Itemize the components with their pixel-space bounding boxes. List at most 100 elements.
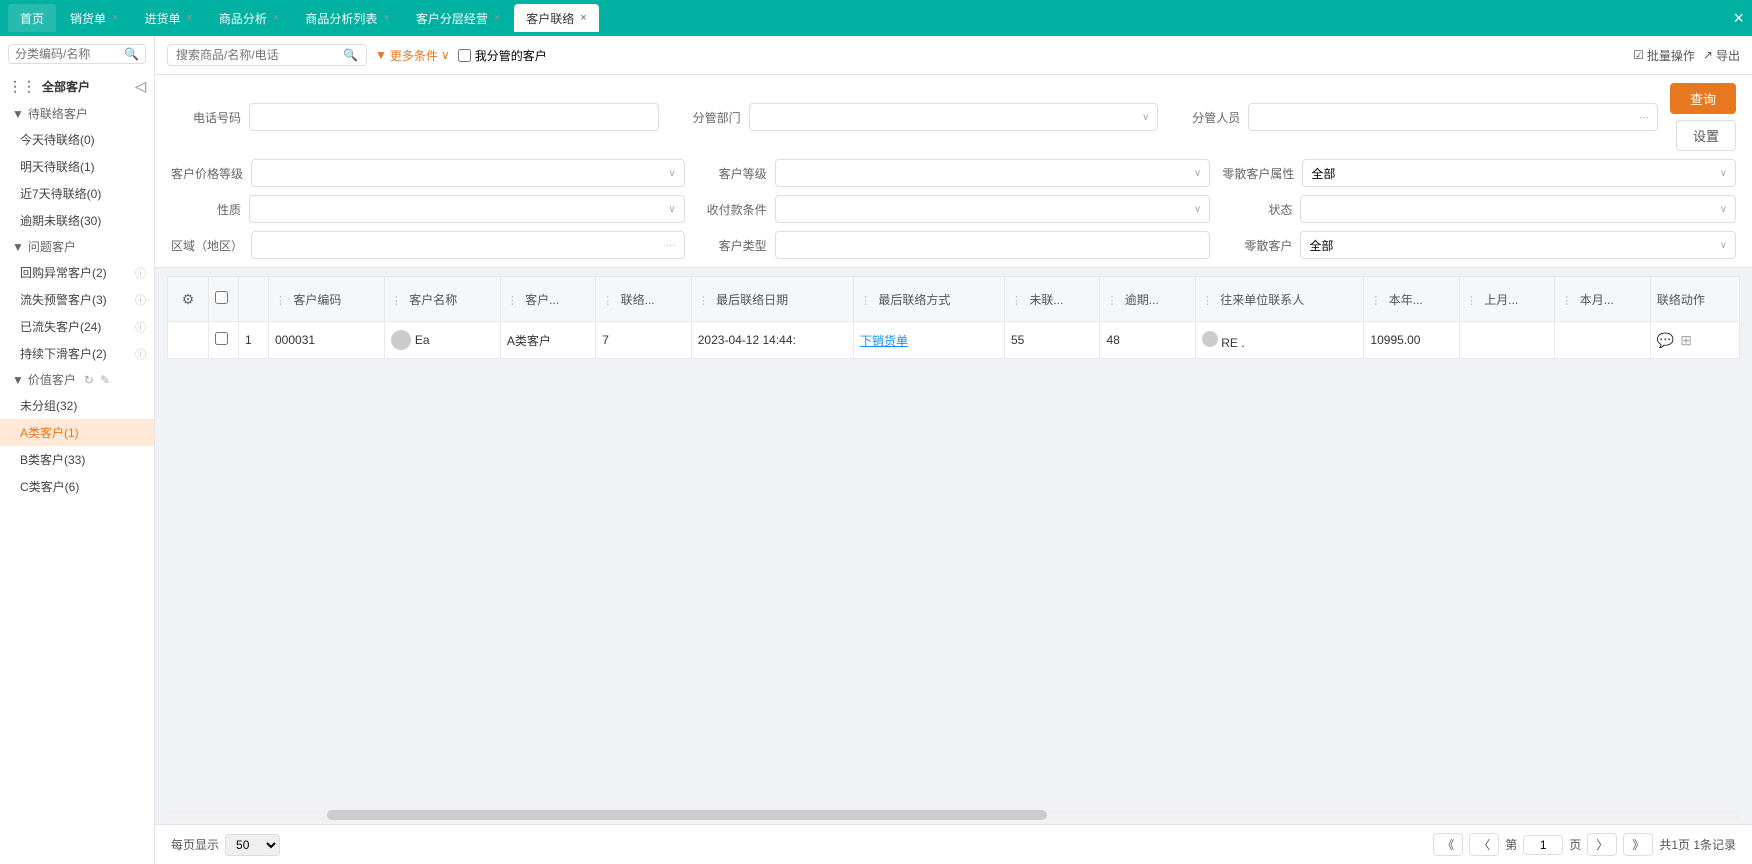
customer-type-select[interactable] (775, 231, 1211, 259)
per-page-label: 每页显示 (171, 836, 219, 853)
top-nav: 首页 销货单 × 进货单 × 商品分析 × 商品分析列表 × 客户分层经营 × … (0, 0, 1752, 36)
sidebar-item-class-c[interactable]: C类客户(6) (0, 473, 154, 500)
my-customers-checkbox-group[interactable]: 我分管的客户 (458, 47, 547, 64)
sidebar-collapse-icon[interactable]: ◁ (135, 78, 146, 95)
region-select[interactable]: ··· (251, 231, 685, 259)
th-overdue[interactable]: ⋮ 逾期... (1100, 277, 1195, 322)
sidebar-group-refresh-icon[interactable]: ↻ (84, 373, 94, 387)
phone-input[interactable] (249, 103, 659, 131)
td-contact-person: RE . (1195, 322, 1364, 359)
sidebar-item-churn-warning[interactable]: 流失预警客户(3) ⓘ (0, 286, 154, 313)
retail-select[interactable]: 全部 ∨ (1300, 231, 1736, 259)
tab-customer-layer-close[interactable]: × (494, 12, 500, 24)
sidebar-item-churned[interactable]: 已流失客户(24) ⓘ (0, 313, 154, 340)
tab-customer-contact-close[interactable]: × (580, 12, 586, 24)
sidebar-item-tomorrow[interactable]: 明天待联络(1) (0, 153, 154, 180)
tab-goods-analysis-close[interactable]: × (273, 12, 279, 24)
last-page-btn[interactable]: 》 (1623, 833, 1653, 856)
filter-search-icon[interactable]: 🔍 (343, 48, 358, 62)
th-this-month[interactable]: ⋮ 本月... (1555, 277, 1650, 322)
sidebar-item-class-c-label: C类客户(6) (20, 478, 79, 495)
sidebar-group-value[interactable]: ▼ 价值客户 ↻ ✎ (0, 367, 154, 392)
th-code-label: 客户编码 (293, 293, 341, 307)
th-contact-person[interactable]: ⋮ 往来单位联系人 (1195, 277, 1364, 322)
tab-home[interactable]: 首页 (8, 4, 56, 32)
th-code[interactable]: ⋮ 客户编码 (269, 277, 385, 322)
tab-goods-analysis[interactable]: 商品分析 × (207, 4, 291, 32)
th-contact[interactable]: ⋮ 联络... (596, 277, 691, 322)
sidebar-item-today[interactable]: 今天待联络(0) (0, 126, 154, 153)
top-nav-close[interactable]: × (1733, 8, 1744, 29)
th-uncontacted[interactable]: ⋮ 未联... (1004, 277, 1099, 322)
col-drag-last-month: ⋮ (1466, 295, 1477, 307)
sidebar-all-customers[interactable]: ⋮⋮ 全部客户 ◁ (0, 72, 154, 101)
sidebar-item-unclassified[interactable]: 未分组(32) (0, 392, 154, 419)
nature-arrow: ∨ (668, 204, 675, 215)
settings-btn[interactable]: 设置 (1676, 120, 1736, 151)
qr-icon[interactable]: ⊞ (1680, 332, 1692, 349)
sidebar-item-class-a[interactable]: A类客户(1) (0, 419, 154, 446)
tab-sales[interactable]: 销货单 × (58, 4, 130, 32)
sidebar-search-box[interactable]: 🔍 (8, 44, 146, 64)
nature-select[interactable]: ∨ (249, 195, 685, 223)
page-size-select[interactable]: 50 10 20 100 (225, 834, 280, 856)
dept-label: 分管部门 (671, 109, 741, 126)
sidebar-item-class-b[interactable]: B类客户(33) (0, 446, 154, 473)
scrollbar-thumb[interactable] (327, 810, 1047, 820)
dept-select[interactable]: ∨ (749, 103, 1159, 131)
sidebar-item-declining[interactable]: 持续下滑客户(2) ⓘ (0, 340, 154, 367)
batch-op-btn[interactable]: ☑ 批量操作 (1633, 47, 1695, 64)
grade-arrow: ∨ (1194, 168, 1201, 179)
my-customers-checkbox[interactable] (458, 49, 471, 62)
prev-page-btn[interactable]: 〈 (1469, 833, 1499, 856)
person-select[interactable]: ··· (1248, 103, 1658, 131)
tab-purchase[interactable]: 进货单 × (132, 4, 204, 32)
page-input[interactable] (1523, 835, 1563, 855)
action-icons: 💬 ⊞ (1657, 332, 1733, 349)
th-grade[interactable]: ⋮ 客户... (500, 277, 595, 322)
th-this-year[interactable]: ⋮ 本年... (1364, 277, 1459, 322)
chat-icon[interactable]: 💬 (1657, 332, 1674, 349)
query-btn[interactable]: 查询 (1670, 83, 1736, 114)
grade-select[interactable]: ∨ (775, 159, 1211, 187)
more-conditions-btn[interactable]: ▼ 更多条件 ∨ (375, 47, 450, 64)
next-page-btn[interactable]: 〉 (1587, 833, 1617, 856)
th-name[interactable]: ⋮ 客户名称 (384, 277, 500, 322)
tab-purchase-close[interactable]: × (186, 12, 192, 24)
status-select[interactable]: ∨ (1300, 195, 1736, 223)
sidebar-group-pending[interactable]: ▼ 待联络客户 (0, 101, 154, 126)
price-grade-select[interactable]: ∨ (251, 159, 685, 187)
column-settings-btn[interactable]: ⚙ (174, 285, 202, 313)
filter-search-input[interactable] (176, 48, 339, 62)
select-all-checkbox[interactable] (215, 291, 228, 304)
tab-goods-analysis-list[interactable]: 商品分析列表 × (293, 4, 401, 32)
sidebar-group-pending-label: 待联络客户 (28, 105, 88, 122)
td-last-month (1459, 322, 1554, 359)
th-last-contact-date[interactable]: ⋮ 最后联络日期 (691, 277, 853, 322)
th-last-contact-method[interactable]: ⋮ 最后联络方式 (854, 277, 1005, 322)
sidebar-group-problem[interactable]: ▼ 问题客户 (0, 234, 154, 259)
my-customers-label: 我分管的客户 (475, 47, 547, 64)
payment-arrow: ∨ (1194, 204, 1201, 215)
export-btn[interactable]: ↗ 导出 (1703, 47, 1740, 64)
payment-select[interactable]: ∨ (775, 195, 1211, 223)
sidebar-search-icon[interactable]: 🔍 (124, 47, 139, 61)
row-checkbox[interactable] (215, 332, 228, 345)
sidebar-item-repurchase-abnormal[interactable]: 回购异常客户(2) ⓘ (0, 259, 154, 286)
tab-goods-analysis-list-close[interactable]: × (383, 12, 389, 24)
sidebar-item-7days[interactable]: 近7天待联络(0) (0, 180, 154, 207)
tab-customer-layer[interactable]: 客户分层经营 × (404, 4, 512, 32)
tab-customer-contact-label: 客户联络 (526, 10, 574, 27)
last-contact-method-link[interactable]: 下销货单 (860, 334, 908, 348)
sidebar-group-edit-icon[interactable]: ✎ (100, 373, 110, 387)
sidebar-item-overdue[interactable]: 逾期未联络(30) (0, 207, 154, 234)
retail-attr-select[interactable]: 全部 ∨ (1302, 159, 1736, 187)
sidebar-search-input[interactable] (15, 47, 120, 61)
th-last-month[interactable]: ⋮ 上月... (1459, 277, 1554, 322)
tab-sales-close[interactable]: × (112, 12, 118, 24)
col-drag-contact: ⋮ (602, 295, 613, 307)
sidebar-item-class-a-label: A类客户(1) (20, 424, 79, 441)
filter-search-box[interactable]: 🔍 (167, 44, 367, 66)
tab-customer-contact[interactable]: 客户联络 × (514, 4, 598, 32)
first-page-btn[interactable]: 《 (1433, 833, 1463, 856)
